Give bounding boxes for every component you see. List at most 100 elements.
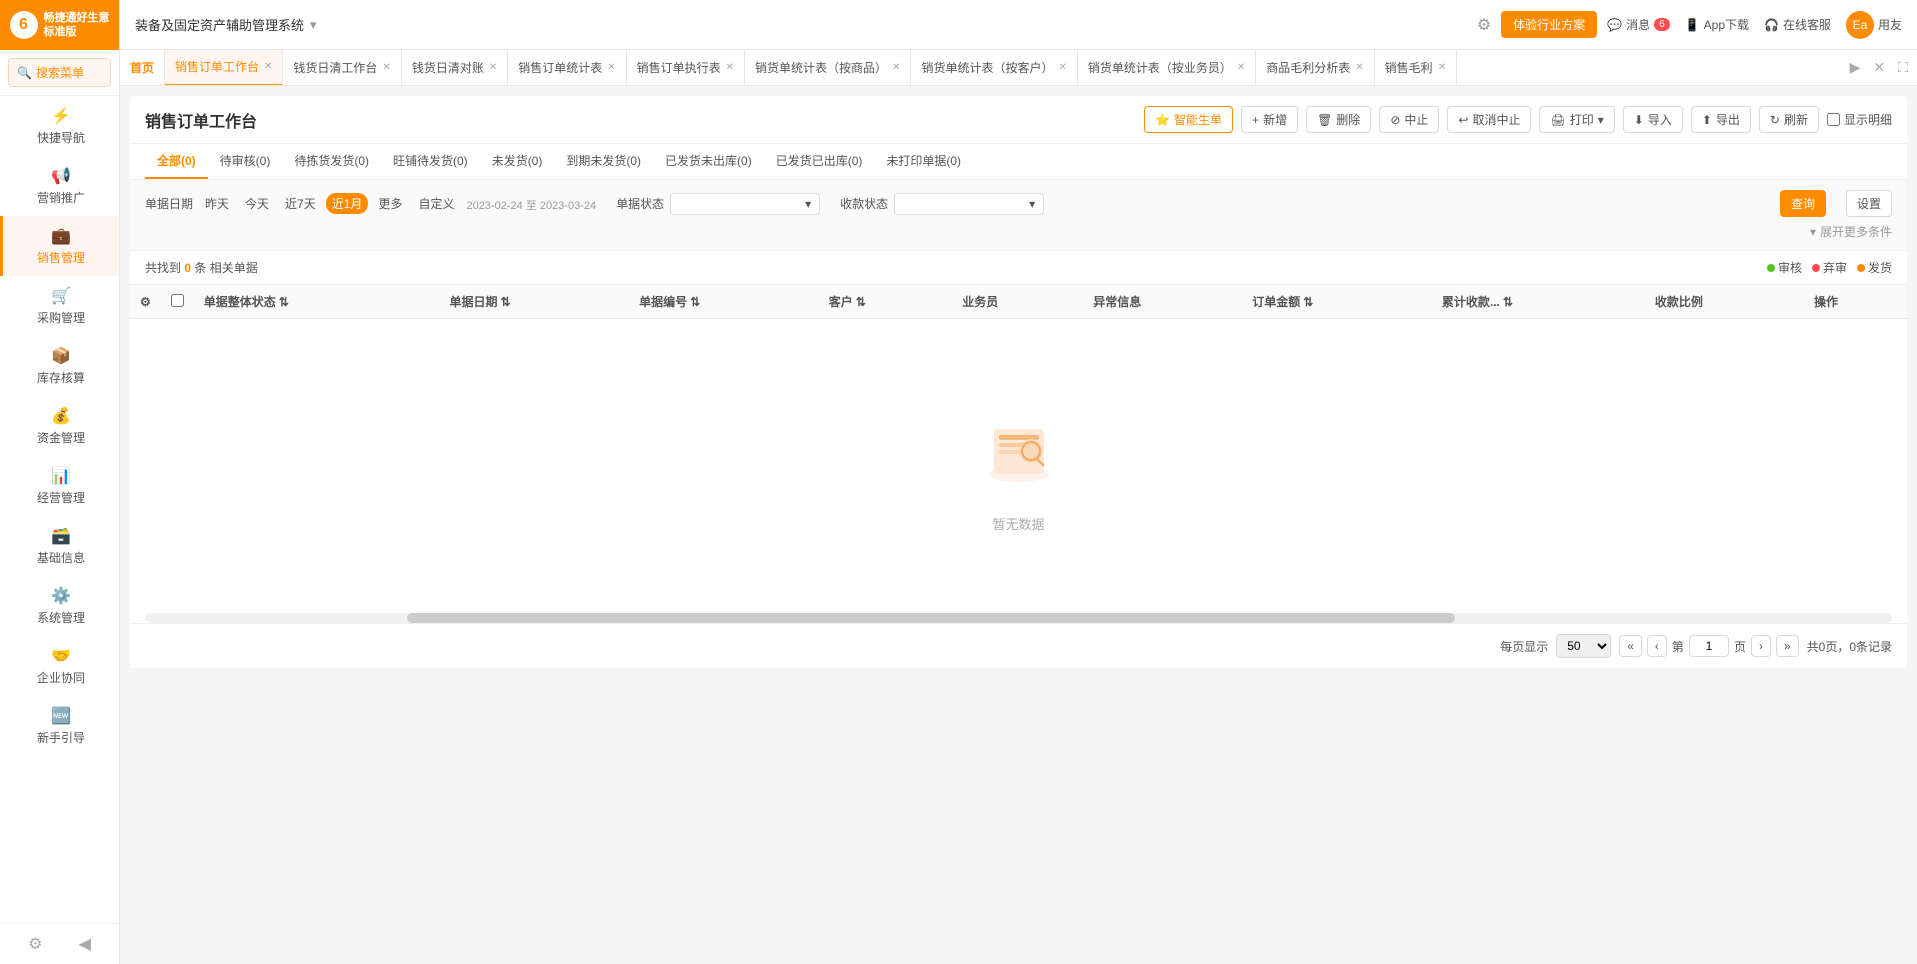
- ship-action-btn[interactable]: 发货: [1857, 259, 1892, 276]
- th-received[interactable]: 累计收款...⇅: [1432, 285, 1645, 319]
- tab-close-icon[interactable]: ✕: [489, 62, 497, 73]
- tab-close-icon[interactable]: ✕: [1438, 62, 1446, 73]
- delete-btn[interactable]: 🗑 删除: [1306, 106, 1371, 133]
- sidebar-item-basic[interactable]: 🗃️基础信息: [0, 516, 119, 576]
- show-detail-checkbox[interactable]: [1827, 113, 1840, 126]
- th-settings[interactable]: ⚙: [130, 285, 161, 319]
- query-btn[interactable]: 查询: [1780, 190, 1826, 217]
- th-amount[interactable]: 订单金额⇅: [1242, 285, 1432, 319]
- settings-icon[interactable]: ⚙: [1477, 15, 1491, 35]
- date-filter-yesterday[interactable]: 昨天: [199, 193, 235, 214]
- sidebar-item-system[interactable]: ⚙️系统管理: [0, 576, 119, 636]
- app-download-action[interactable]: 📱 App下载: [1685, 16, 1749, 33]
- sidebar-item-operation[interactable]: 📊经营管理: [0, 456, 119, 516]
- sidebar-item-guide[interactable]: 🆕新手引导: [0, 696, 119, 756]
- industry-btn[interactable]: 体验行业方案: [1501, 11, 1597, 38]
- review-action-btn[interactable]: 审核: [1767, 259, 1802, 276]
- print-btn[interactable]: 🖨 打印 ▾: [1539, 106, 1614, 133]
- sidebar-item-sales[interactable]: 💼销售管理: [0, 216, 119, 276]
- tab-cash-account[interactable]: 钱货日清对账✕: [402, 50, 508, 86]
- tab-close-icon[interactable]: ✕: [607, 62, 615, 73]
- th-number[interactable]: 单据编号⇅: [629, 285, 819, 319]
- tab-cash-daily[interactable]: 钱货日清工作台✕: [283, 50, 401, 86]
- sub-tab-not-printed[interactable]: 未打印单据(0): [874, 144, 973, 179]
- first-page-btn[interactable]: «: [1619, 635, 1642, 657]
- th-status[interactable]: 单据整体状态⇅: [194, 285, 440, 319]
- settings-filter-btn[interactable]: 设置: [1846, 190, 1892, 217]
- export-btn[interactable]: ⬆ 导出: [1691, 106, 1751, 133]
- th-customer[interactable]: 客户⇅: [819, 285, 952, 319]
- tabs-close-all-btn[interactable]: ✕: [1869, 57, 1889, 78]
- th-salesperson[interactable]: 业务员: [952, 285, 1083, 319]
- filter-area: 单据日期 昨天今天近7天近1月更多自定义 2023-02-24 至 2023-0…: [130, 180, 1907, 251]
- tabs-overflow-btn[interactable]: ▶: [1846, 57, 1865, 78]
- sub-tab-shipped-out[interactable]: 已发货已出库(0): [764, 144, 875, 179]
- user-action[interactable]: Ea 用友: [1846, 11, 1902, 39]
- tab-sales-exec[interactable]: 销售订单执行表✕: [627, 50, 745, 86]
- sidebar-item-enterprise[interactable]: 🤝企业协同: [0, 636, 119, 696]
- scrollbar-thumb[interactable]: [407, 613, 1455, 623]
- tab-close-icon[interactable]: ✕: [1355, 62, 1363, 73]
- tab-sales-profit[interactable]: 销售毛利✕: [1375, 50, 1457, 86]
- sidebar-item-marketing[interactable]: 📢营销推广: [0, 156, 119, 216]
- last-page-btn[interactable]: »: [1776, 635, 1799, 657]
- th-date[interactable]: 单据日期⇅: [440, 285, 630, 319]
- sidebar-item-quick-nav[interactable]: ⚡快捷导航: [0, 96, 119, 156]
- th-checkbox[interactable]: [161, 285, 194, 319]
- online-service-action[interactable]: 🎧 在线客服: [1764, 16, 1831, 33]
- status-filter-select[interactable]: ▾: [670, 193, 820, 215]
- sidebar-item-purchase[interactable]: 🛒采购管理: [0, 276, 119, 336]
- date-filter-1month[interactable]: 近1月: [326, 193, 369, 214]
- payment-filter-select[interactable]: ▾: [894, 193, 1044, 215]
- tabs-fullscreen-btn[interactable]: ⛶: [1894, 57, 1912, 78]
- tab-close-icon[interactable]: ✕: [264, 61, 272, 72]
- message-action[interactable]: 💬 消息 6: [1607, 16, 1670, 33]
- cancel-review-action-btn[interactable]: 弃审: [1812, 259, 1847, 276]
- sidebar-item-inventory[interactable]: 📦库存核算: [0, 336, 119, 396]
- stop-btn[interactable]: ⊘ 中止: [1379, 106, 1439, 133]
- new-btn[interactable]: + 新增: [1241, 106, 1298, 133]
- cancel-stop-btn[interactable]: ↩ 取消中止: [1447, 106, 1531, 133]
- tab-close-icon[interactable]: ✕: [1237, 62, 1245, 73]
- page-input[interactable]: [1689, 635, 1729, 657]
- tab-sales-stats[interactable]: 销售订单统计表✕: [508, 50, 626, 86]
- sub-tab-not-shipped[interactable]: 未发货(0): [480, 144, 555, 179]
- next-page-btn[interactable]: ›: [1751, 635, 1771, 657]
- sub-tab-expired-not-shipped[interactable]: 到期未发货(0): [554, 144, 653, 179]
- tab-sales-stat-salesperson[interactable]: 销货单统计表（按业务员）✕: [1078, 50, 1256, 86]
- horizontal-scrollbar[interactable]: [145, 613, 1892, 623]
- prev-page-btn[interactable]: ‹: [1647, 635, 1667, 657]
- tab-sales-order[interactable]: 销售订单工作台✕: [165, 50, 283, 86]
- refresh-btn[interactable]: ↻ 刷新: [1759, 106, 1819, 133]
- expand-filter-btn[interactable]: ▾ 展开更多条件: [1810, 223, 1892, 240]
- date-filter-7days[interactable]: 近7天: [279, 193, 322, 214]
- tab-home[interactable]: 首页: [120, 50, 165, 86]
- tab-close-icon[interactable]: ✕: [726, 62, 734, 73]
- date-filter-today[interactable]: 今天: [239, 193, 275, 214]
- tab-sales-stat-customer[interactable]: 销货单统计表（按客户）✕: [911, 50, 1077, 86]
- tab-close-icon[interactable]: ✕: [382, 62, 390, 73]
- tab-sales-stat-product[interactable]: 销货单统计表（按商品）✕: [745, 50, 911, 86]
- select-all-checkbox[interactable]: [171, 294, 184, 307]
- sub-tab-all[interactable]: 全部(0): [145, 144, 208, 179]
- smart-generate-btn[interactable]: ⭐ 智能生单: [1144, 106, 1233, 133]
- tab-product-margin[interactable]: 商品毛利分析表✕: [1256, 50, 1374, 86]
- sub-tab-wangpu-pending[interactable]: 旺铺待发货(0): [381, 144, 480, 179]
- page-size-select[interactable]: 50 100 200: [1556, 634, 1611, 658]
- collapse-sidebar-icon[interactable]: ◀: [79, 934, 91, 954]
- th-exception[interactable]: 异常信息: [1083, 285, 1242, 319]
- settings-bottom-icon[interactable]: ⚙: [28, 934, 42, 954]
- tab-close-icon[interactable]: ✕: [1058, 62, 1066, 73]
- date-filter-custom[interactable]: 自定义: [412, 193, 460, 214]
- sub-tab-shipped-not-out[interactable]: 已发货未出库(0): [653, 144, 764, 179]
- import-btn[interactable]: ⬇ 导入: [1623, 106, 1683, 133]
- total-records: 共0页，0条记录: [1807, 638, 1892, 655]
- search-menu-button[interactable]: 🔍 搜索菜单: [8, 58, 111, 87]
- sub-tab-pending-inspect[interactable]: 待拣货发货(0): [282, 144, 381, 179]
- show-detail-label[interactable]: 显示明细: [1827, 111, 1892, 128]
- sidebar-item-finance[interactable]: 💰资金管理: [0, 396, 119, 456]
- tab-close-icon[interactable]: ✕: [892, 62, 900, 73]
- sub-tab-pending-review[interactable]: 待审核(0): [208, 144, 283, 179]
- date-filter-more[interactable]: 更多: [372, 193, 408, 214]
- system-dropdown-icon[interactable]: ▾: [310, 17, 317, 33]
